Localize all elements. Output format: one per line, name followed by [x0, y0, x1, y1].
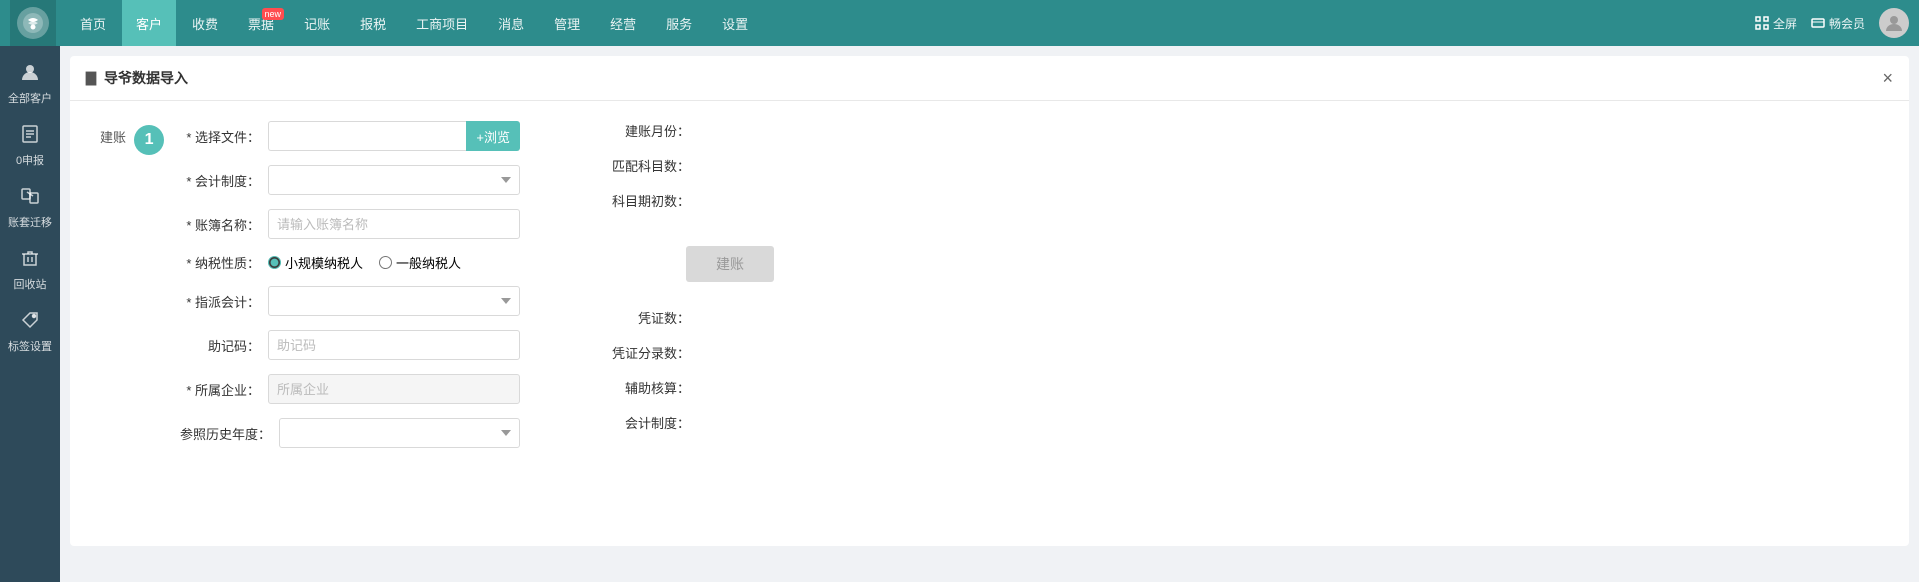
- auxiliary-label: 辅助核算：: [590, 378, 690, 397]
- radio-group: 小规模纳税人 一般纳税人: [268, 253, 461, 272]
- sidebar-item-all-customers[interactable]: 全部客户: [2, 54, 58, 114]
- panel-title: ▇ 导爷数据导入: [86, 68, 188, 88]
- accounting-system-select[interactable]: [268, 165, 520, 195]
- step-badge: 1: [134, 125, 164, 155]
- sidebar-label-zero-filing: 0申报: [16, 152, 44, 168]
- company-input[interactable]: [268, 374, 520, 404]
- nav-item-messages[interactable]: 消息: [484, 0, 538, 46]
- nav-item-bookkeeping[interactable]: 记账: [290, 0, 344, 46]
- ledger-name-input[interactable]: [268, 209, 520, 239]
- tax-option2-item[interactable]: 一般纳税人: [379, 253, 461, 272]
- zero-filing-icon: [20, 124, 40, 149]
- sidebar: 全部客户 0申报 账套迁移 回收站 标签设置: [0, 46, 60, 582]
- panel-body: 建账 1 * 选择文件： +浏览: [70, 101, 1909, 468]
- avatar[interactable]: [1879, 8, 1909, 38]
- voucher-entries-label: 凭证分录数：: [590, 343, 690, 362]
- tags-icon: [20, 310, 40, 335]
- tax-option1-label: 小规模纳税人: [285, 253, 363, 272]
- voucher-count-row: 凭证数：: [590, 308, 870, 327]
- build-month-label: 建账月份：: [590, 121, 690, 140]
- memo-code-input[interactable]: [268, 330, 520, 360]
- history-year-label: 参照历史年度：: [180, 424, 271, 443]
- nav-item-tickets[interactable]: 票据 new: [234, 0, 288, 46]
- build-account-button[interactable]: 建账: [686, 246, 774, 282]
- nav-item-service[interactable]: 服务: [652, 0, 706, 46]
- accounting-system-label: * 会计制度：: [180, 171, 260, 190]
- auxiliary-row: 辅助核算：: [590, 378, 870, 397]
- new-badge: new: [262, 8, 285, 20]
- memo-code-label: 助记码：: [180, 336, 260, 355]
- step-build-label: 建账: [100, 127, 126, 146]
- nav-item-business[interactable]: 工商项目: [402, 0, 482, 46]
- fullscreen-button[interactable]: 全屏: [1755, 15, 1797, 32]
- main-layout: 全部客户 0申报 账套迁移 回收站 标签设置: [0, 46, 1919, 582]
- file-label: * 选择文件：: [180, 127, 260, 146]
- panel-header: ▇ 导爷数据导入 ×: [70, 56, 1909, 101]
- tax-option2-label: 一般纳税人: [396, 253, 461, 272]
- sidebar-item-tags[interactable]: 标签设置: [2, 302, 58, 362]
- accounting-system-info-label: 会计制度：: [590, 413, 690, 432]
- panel-title-text: 导爷数据导入: [104, 68, 188, 88]
- nav-item-manage[interactable]: 管理: [540, 0, 594, 46]
- sidebar-item-recycle[interactable]: 回收站: [2, 240, 58, 300]
- match-subjects-label: 匹配科目数：: [590, 156, 690, 175]
- close-button[interactable]: ×: [1882, 69, 1893, 87]
- ledger-name-label: * 账簿名称：: [180, 215, 260, 234]
- memo-code-row: 助记码：: [180, 330, 520, 360]
- company-row: * 所属企业：: [180, 374, 520, 404]
- member-button[interactable]: 畅会员: [1811, 15, 1865, 32]
- period-initial-label: 科目期初数：: [590, 191, 690, 210]
- file-select-row: * 选择文件： +浏览: [180, 121, 520, 151]
- file-input[interactable]: [268, 121, 466, 151]
- nav-item-fees[interactable]: 收费: [178, 0, 232, 46]
- nav-item-ops[interactable]: 经营: [596, 0, 650, 46]
- nav-right: 全屏 畅会员: [1755, 8, 1909, 38]
- sidebar-label-all-customers: 全部客户: [8, 90, 52, 106]
- nav-item-settings[interactable]: 设置: [708, 0, 762, 46]
- migration-icon: [20, 186, 40, 211]
- nav-item-customers[interactable]: 客户: [122, 0, 176, 46]
- nav-item-home[interactable]: 首页: [66, 0, 120, 46]
- nav-item-tax[interactable]: 报税: [346, 0, 400, 46]
- tax-option1-item[interactable]: 小规模纳税人: [268, 253, 363, 272]
- sidebar-item-zero-filing[interactable]: 0申报: [2, 116, 58, 176]
- top-nav: 首页 客户 收费 票据 new 记账 报税 工商项目 消息 管理 经营: [0, 0, 1919, 46]
- all-customers-icon: [20, 62, 40, 87]
- voucher-entries-row: 凭证分录数：: [590, 343, 870, 362]
- form-section: * 选择文件： +浏览 * 会计制度：: [180, 121, 520, 448]
- fullscreen-label: 全屏: [1773, 15, 1797, 32]
- logo-area: [10, 0, 56, 46]
- ledger-name-row: * 账簿名称：: [180, 209, 520, 239]
- sidebar-label-recycle: 回收站: [14, 276, 47, 292]
- file-input-group: +浏览: [268, 121, 520, 151]
- accounting-system-info-row: 会计制度：: [590, 413, 870, 432]
- nav-items: 首页 客户 收费 票据 new 记账 报税 工商项目 消息 管理 经营: [66, 0, 1755, 46]
- period-initial-row: 科目期初数：: [590, 191, 870, 210]
- browse-button[interactable]: +浏览: [466, 121, 520, 151]
- tax-option1-radio[interactable]: [268, 256, 281, 269]
- accountant-select[interactable]: [268, 286, 520, 316]
- accounting-system-row: * 会计制度：: [180, 165, 520, 195]
- recycle-icon: [20, 248, 40, 273]
- sidebar-label-tags: 标签设置: [8, 338, 52, 354]
- tax-type-label: * 纳税性质：: [180, 253, 260, 272]
- content-area: ▇ 导爷数据导入 × 建账 1: [60, 46, 1919, 582]
- sidebar-item-migration[interactable]: 账套迁移: [2, 178, 58, 238]
- match-subjects-row: 匹配科目数：: [590, 156, 870, 175]
- accountant-label: * 指派会计：: [180, 292, 260, 311]
- build-month-row: 建账月份：: [590, 121, 870, 140]
- member-label: 畅会员: [1829, 15, 1865, 32]
- company-label: * 所属企业：: [180, 380, 260, 399]
- panel-title-icon: ▇: [86, 70, 96, 86]
- info-section: 建账月份： 匹配科目数： 科目期初数： 建账: [590, 121, 870, 448]
- logo-icon: [17, 7, 49, 39]
- history-year-row: 参照历史年度：: [180, 418, 520, 448]
- history-year-select[interactable]: [279, 418, 520, 448]
- tax-option2-radio[interactable]: [379, 256, 392, 269]
- voucher-count-label: 凭证数：: [590, 308, 690, 327]
- sidebar-label-migration: 账套迁移: [8, 214, 52, 230]
- import-panel: ▇ 导爷数据导入 × 建账 1: [70, 56, 1909, 546]
- tax-type-row: * 纳税性质： 小规模纳税人 一般纳税人: [180, 253, 520, 272]
- accountant-row: * 指派会计：: [180, 286, 520, 316]
